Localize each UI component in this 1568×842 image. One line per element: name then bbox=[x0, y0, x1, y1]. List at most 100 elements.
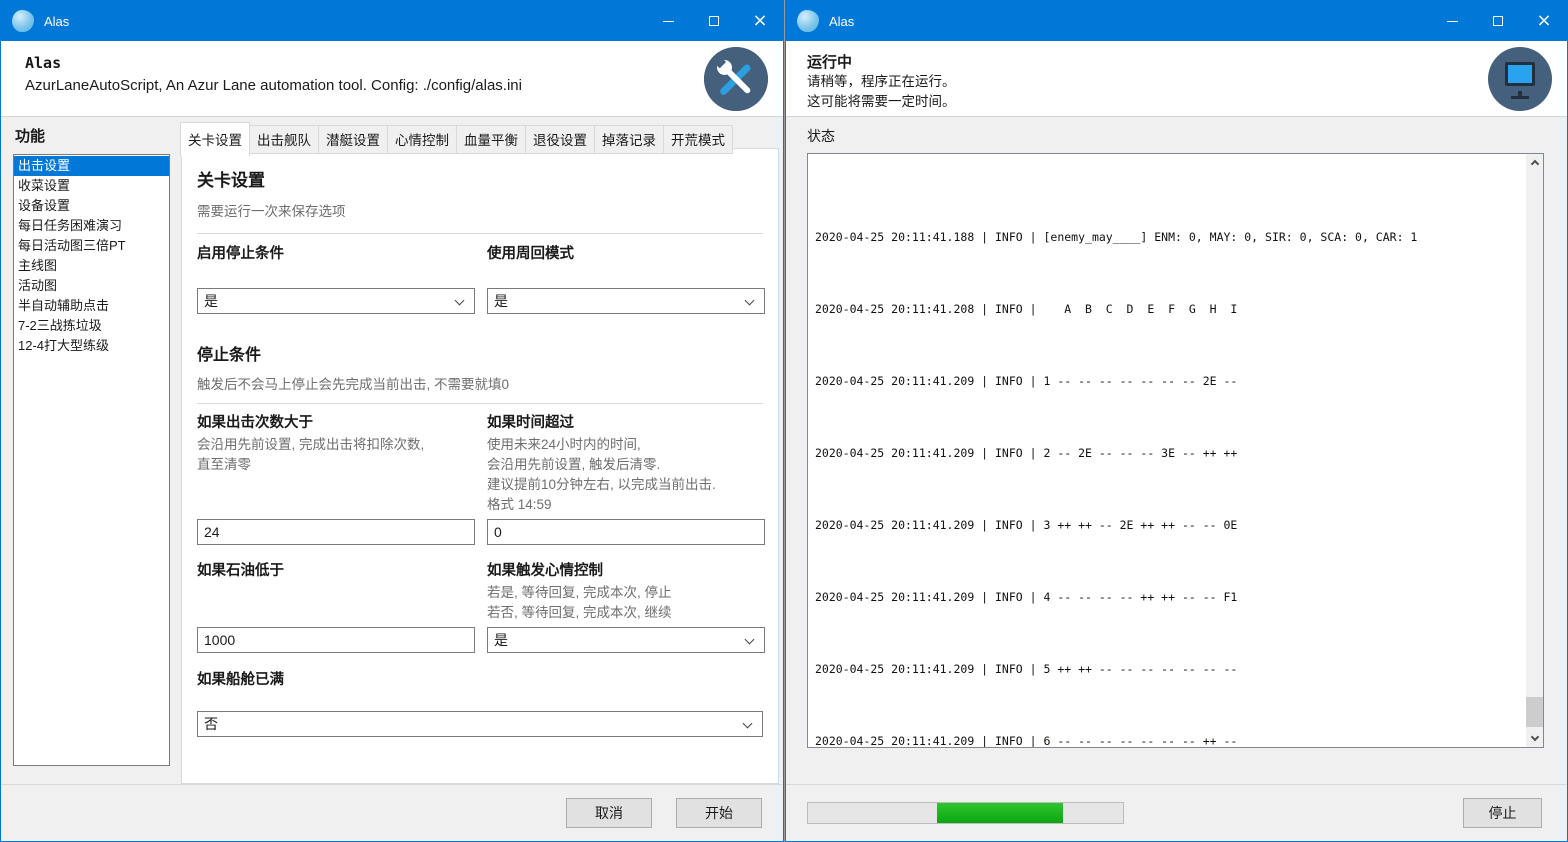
field-label: 如果出击次数大于 bbox=[197, 413, 475, 433]
chevron-down-icon bbox=[455, 296, 465, 306]
log-line: 2020-04-25 20:11:41.209 | INFO | 4 -- --… bbox=[815, 588, 1526, 606]
minimize-button[interactable] bbox=[1429, 1, 1475, 41]
scrollbar-down-button[interactable] bbox=[1526, 730, 1543, 747]
log-line: 2020-04-25 20:11:41.208 | INFO | A B C D… bbox=[815, 300, 1526, 318]
runtime-window: Alas × 运行中 请稍等，程序正在运行。 这可能将需要一定时间。 状态 20… bbox=[785, 0, 1568, 842]
chevron-up-icon bbox=[1530, 160, 1538, 168]
sidebar-item[interactable]: 出击设置 bbox=[14, 156, 169, 176]
chevron-down-icon bbox=[1530, 733, 1538, 741]
window-controls: × bbox=[645, 1, 783, 41]
maximize-button[interactable] bbox=[1475, 1, 1521, 41]
tab[interactable]: 潜艇设置 bbox=[318, 125, 388, 154]
field-label: 如果触发心情控制 bbox=[487, 561, 765, 581]
field-label: 如果船舱已满 bbox=[197, 670, 763, 690]
maximize-icon bbox=[709, 16, 719, 26]
settings-panel: 关卡设置 需要运行一次来保存选项 启用停止条件 是 使用周回模式 是 bbox=[181, 148, 779, 784]
field-label: 使用周回模式 bbox=[487, 244, 765, 264]
minimize-icon bbox=[663, 21, 674, 22]
scrollbar-up-button[interactable] bbox=[1526, 154, 1543, 171]
sidebar-item[interactable]: 设备设置 bbox=[14, 196, 169, 216]
scrollbar-thumb[interactable] bbox=[1526, 697, 1543, 727]
log-lines: 2020-04-25 20:11:41.188 | INFO | [enemy_… bbox=[808, 154, 1526, 747]
log-line: 2020-04-25 20:11:41.188 | INFO | [enemy_… bbox=[815, 228, 1526, 246]
field-label: 如果时间超过 bbox=[487, 413, 765, 433]
maximize-icon bbox=[1493, 16, 1503, 26]
log-line: 2020-04-25 20:11:41.209 | INFO | 3 ++ ++… bbox=[815, 516, 1526, 534]
running-message-line2: 这可能将需要一定时间。 bbox=[786, 92, 1567, 112]
field-label: 如果石油低于 bbox=[197, 561, 475, 581]
tab-bar: 关卡设置 出击舰队 潜艇设置 心情控制 血量平衡 退役设置 掉落记录 开荒模式 bbox=[181, 125, 733, 159]
form-description: 需要运行一次来保存选项 bbox=[197, 200, 763, 220]
log-line: 2020-04-25 20:11:41.209 | INFO | 5 ++ ++… bbox=[815, 660, 1526, 678]
select-value: 是 bbox=[204, 291, 218, 311]
sidebar-item[interactable]: 每日活动图三倍PT bbox=[14, 236, 169, 256]
app-logo-icon bbox=[797, 10, 819, 32]
sortie-count-input[interactable] bbox=[197, 519, 475, 545]
minimize-button[interactable] bbox=[645, 1, 691, 41]
tab[interactable]: 心情控制 bbox=[387, 125, 457, 154]
function-listbox: 出击设置 收菜设置 设备设置 每日任务困难演习 每日活动图三倍PT 主线图 活动… bbox=[13, 154, 170, 766]
field-label: 启用停止条件 bbox=[197, 244, 475, 264]
sidebar-heading: 功能 bbox=[15, 125, 45, 146]
tab[interactable]: 掉落记录 bbox=[594, 125, 664, 154]
oil-limit-input[interactable] bbox=[197, 627, 475, 653]
form-row-oil-emotion: 如果石油低于 如果触发心情控制 若是, 等待回复, 完成本次, 停止 若否, 等… bbox=[197, 561, 763, 653]
divider bbox=[197, 403, 763, 404]
time-limit-input[interactable] bbox=[487, 519, 765, 545]
tab[interactable]: 开荒模式 bbox=[663, 125, 733, 154]
field-description: 使用未来24小时内的时间, 会沿用先前设置, 触发后清零. 建议提前10分钟左右… bbox=[487, 435, 765, 515]
app-logo-icon bbox=[12, 10, 34, 32]
chevron-down-icon bbox=[745, 635, 755, 645]
runtime-body: 状态 2020-04-25 20:11:41.188 | INFO | [ene… bbox=[786, 117, 1567, 841]
progress-bar-fill bbox=[937, 803, 1063, 823]
form-row-stop-loop: 启用停止条件 是 使用周回模式 是 bbox=[197, 244, 763, 314]
close-icon: × bbox=[1536, 12, 1551, 30]
running-header: 运行中 请稍等，程序正在运行。 这可能将需要一定时间。 bbox=[786, 41, 1567, 117]
window-title: Alas bbox=[44, 14, 69, 29]
stop-button[interactable]: 停止 bbox=[1463, 798, 1542, 828]
wrench-screwdriver-icon bbox=[704, 47, 768, 111]
sidebar-item[interactable]: 主线图 bbox=[14, 256, 169, 276]
left-footer: 取消 开始 bbox=[1, 784, 783, 841]
minimize-icon bbox=[1447, 21, 1458, 22]
form-row-count-time: 如果出击次数大于 会沿用先前设置, 完成出击将扣除次数, 直至清零 如果时间超过… bbox=[197, 413, 763, 545]
loop-mode-select[interactable]: 是 bbox=[487, 288, 765, 314]
sidebar-item[interactable]: 活动图 bbox=[14, 276, 169, 296]
section-title: 停止条件 bbox=[197, 341, 763, 365]
progress-bar bbox=[807, 802, 1124, 824]
settings-body: 功能 出击设置 收菜设置 设备设置 每日任务困难演习 每日活动图三倍PT 主线图… bbox=[1, 117, 783, 841]
log-line: 2020-04-25 20:11:41.209 | INFO | 1 -- --… bbox=[815, 372, 1526, 390]
sidebar-item[interactable]: 半自动辅助点击 bbox=[14, 296, 169, 316]
tab[interactable]: 出击舰队 bbox=[249, 125, 319, 154]
sidebar-item[interactable]: 12-4打大型练级 bbox=[14, 336, 169, 356]
start-button[interactable]: 开始 bbox=[676, 798, 762, 828]
close-button[interactable]: × bbox=[737, 1, 783, 41]
sidebar-item[interactable]: 每日任务困难演习 bbox=[14, 216, 169, 236]
sidebar-item[interactable]: 7-2三战拣垃圾 bbox=[14, 316, 169, 336]
close-button[interactable]: × bbox=[1521, 1, 1567, 41]
app-header: Alas AzurLaneAutoScript, An Azur Lane au… bbox=[1, 41, 783, 117]
tab[interactable]: 退役设置 bbox=[525, 125, 595, 154]
field-description: 若是, 等待回复, 完成本次, 停止 若否, 等待回复, 完成本次, 继续 bbox=[487, 583, 765, 623]
maximize-button[interactable] bbox=[691, 1, 737, 41]
emotion-control-select[interactable]: 是 bbox=[487, 627, 765, 653]
log-scrollbar[interactable] bbox=[1526, 154, 1543, 747]
field-description: 会沿用先前设置, 完成出击将扣除次数, 直至清零 bbox=[197, 435, 475, 475]
window-controls: × bbox=[1429, 1, 1567, 41]
monitor-icon bbox=[1488, 47, 1552, 111]
select-value: 是 bbox=[494, 291, 508, 311]
cancel-button[interactable]: 取消 bbox=[566, 798, 652, 828]
tab[interactable]: 血量平衡 bbox=[456, 125, 526, 154]
section-description: 触发后不会马上停止会先完成当前出击, 不需要就填0 bbox=[197, 373, 763, 393]
titlebar: Alas × bbox=[1, 1, 783, 41]
dock-full-select[interactable]: 否 bbox=[197, 711, 763, 737]
sidebar-item[interactable]: 收菜设置 bbox=[14, 176, 169, 196]
chevron-down-icon bbox=[743, 719, 753, 729]
tab[interactable]: 关卡设置 bbox=[180, 122, 250, 156]
app-title: Alas bbox=[1, 41, 783, 72]
running-message-line1: 请稍等，程序正在运行。 bbox=[786, 72, 1567, 92]
enable-stop-condition-select[interactable]: 是 bbox=[197, 288, 475, 314]
app-subtitle: AzurLaneAutoScript, An Azur Lane automat… bbox=[1, 72, 783, 94]
form-title: 关卡设置 bbox=[197, 166, 763, 191]
close-icon: × bbox=[752, 12, 767, 30]
